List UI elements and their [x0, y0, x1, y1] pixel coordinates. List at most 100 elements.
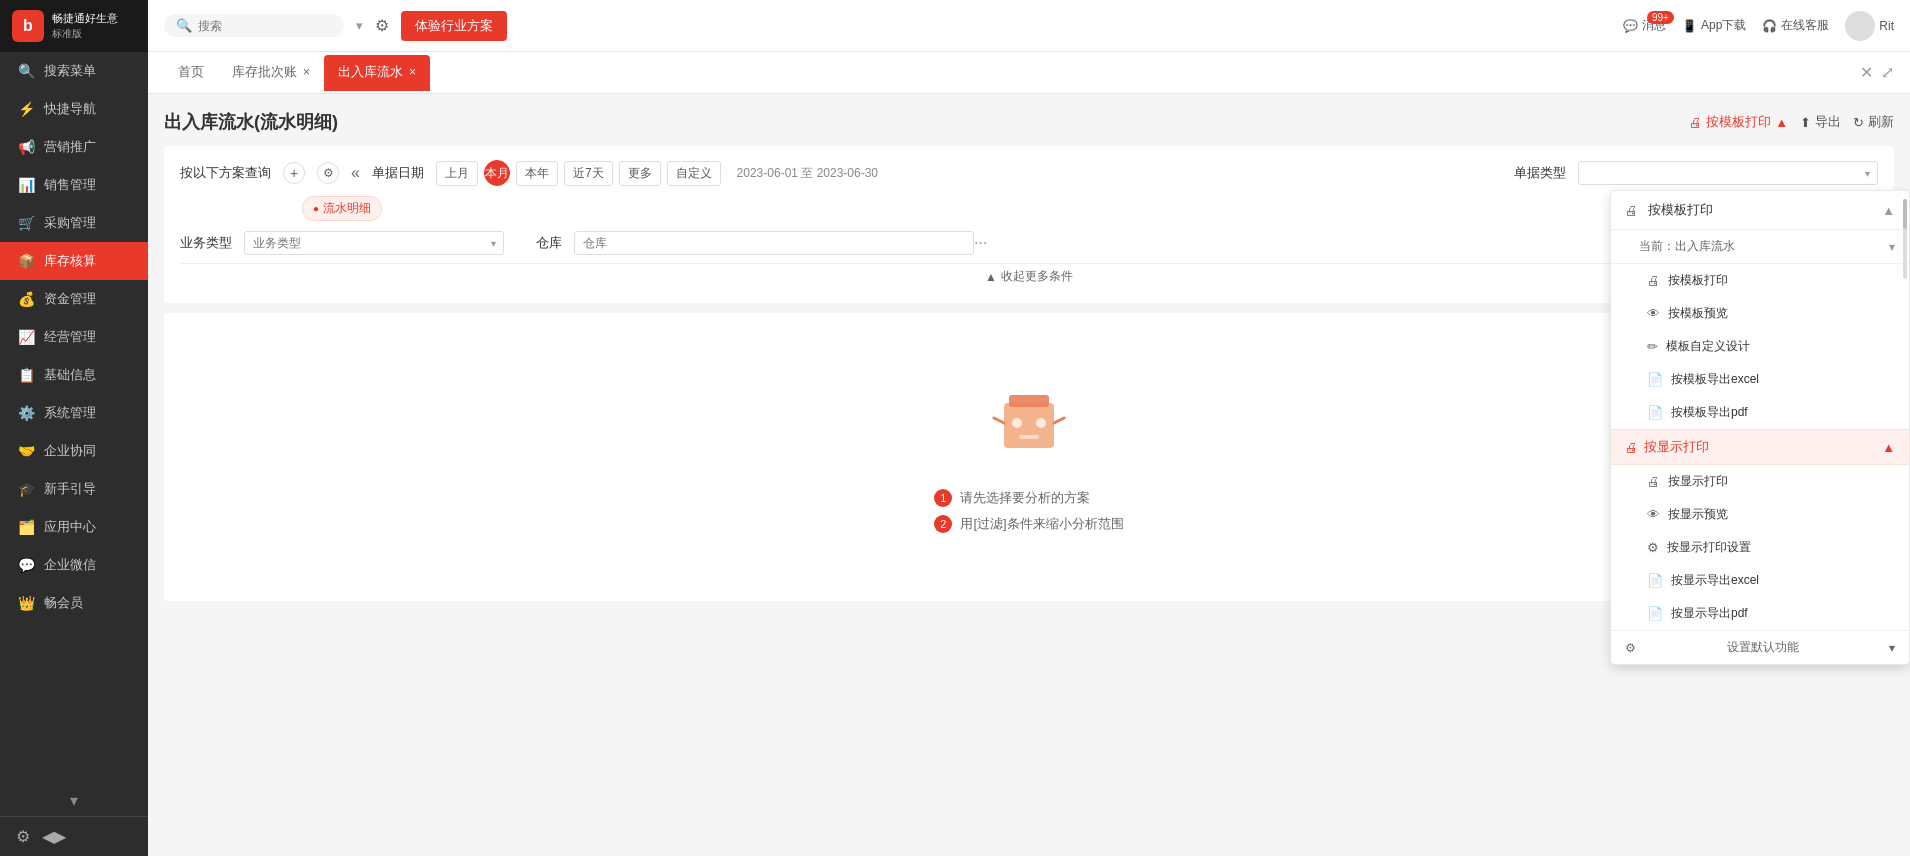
sidebar-item-purchase[interactable]: 🛒采购管理 — [0, 204, 148, 242]
sidebar-item-shortcut[interactable]: ⚡快捷导航 — [0, 90, 148, 128]
warehouse-more-icon[interactable]: ··· — [974, 234, 987, 252]
sidebar-item-label: 经营管理 — [44, 328, 96, 346]
headset-icon: 🎧 — [1762, 19, 1777, 33]
date-custom-btn[interactable]: 自定义 — [667, 161, 721, 186]
dp-excel-icon: 📄 — [1647, 372, 1663, 387]
sidebar-item-member[interactable]: 👑畅会员 — [0, 584, 148, 622]
dp-header-chevron[interactable]: ▲ — [1882, 203, 1895, 218]
business-type-label: 业务类型 — [180, 234, 232, 252]
dp-section-chevron[interactable]: ▲ — [1882, 440, 1895, 455]
dp-footer[interactable]: ⚙ 设置默认功能 ▾ — [1611, 630, 1909, 664]
filter-add-btn[interactable]: + — [283, 162, 305, 184]
collapse-up-icon: ▲ — [985, 270, 997, 284]
refresh-label: 刷新 — [1868, 113, 1894, 131]
date-7days-btn[interactable]: 近7天 — [564, 161, 613, 186]
doc-type-label: 单据类型 — [1514, 164, 1566, 182]
app-download-btn[interactable]: 📱 App下载 — [1682, 17, 1746, 34]
sidebar-item-guide[interactable]: 🎓新手引导 — [0, 470, 148, 508]
tab-batch[interactable]: 库存批次账 × — [218, 55, 324, 91]
sidebar-item-cooperation[interactable]: 🤝企业协同 — [0, 432, 148, 470]
date-more-btn[interactable]: 更多 — [619, 161, 661, 186]
dp-item-design-template[interactable]: ✏ 模板自定义设计 — [1611, 330, 1909, 363]
apps-icon: 🗂️ — [16, 519, 36, 535]
sidebar-item-label: 快捷导航 — [44, 100, 96, 118]
sidebar-item-marketing[interactable]: 📢营销推广 — [0, 128, 148, 166]
dp-item-preview-display[interactable]: 👁 按显示预览 — [1611, 498, 1909, 531]
sidebar-item-sales[interactable]: 📊销售管理 — [0, 166, 148, 204]
dp-item-export-pdf-template[interactable]: 📄 按模板导出pdf — [1611, 396, 1909, 429]
filter-tag-flow[interactable]: ● 流水明细 — [302, 196, 382, 221]
tab-flow[interactable]: 出入库流水 × — [324, 55, 430, 91]
messages-badge: 99+ — [1647, 11, 1674, 24]
sidebar-item-search[interactable]: 🔍搜索菜单 — [0, 52, 148, 90]
sidebar-item-apps[interactable]: 🗂️ 应用中心 — [0, 508, 148, 546]
date-field-label: 单据日期 — [372, 164, 424, 182]
topbar-gear-icon[interactable]: ⚙ — [375, 16, 389, 35]
sidebar-item-label: 基础信息 — [44, 366, 96, 384]
sidebar-item-inventory[interactable]: 📦库存核算 — [0, 242, 148, 280]
date-this-year-btn[interactable]: 本年 — [516, 161, 558, 186]
sidebar-item-wechat[interactable]: 💬企业微信 — [0, 546, 148, 584]
main-area: 🔍 ▾ ⚙ 体验行业方案 💬 消息 99+ 📱 App下载 🎧 在线客服 Rit — [148, 0, 1910, 856]
finance-icon: 💰 — [16, 291, 36, 307]
dp-item-export-pdf-display[interactable]: 📄 按显示导出pdf — [1611, 597, 1909, 630]
step-1-text: 请先选择要分析的方案 — [960, 489, 1090, 507]
doc-type-select[interactable] — [1578, 161, 1878, 185]
tab-batch-close[interactable]: × — [303, 65, 310, 79]
settings-icon[interactable]: ⚙ — [16, 827, 30, 846]
trial-btn[interactable]: 体验行业方案 — [401, 11, 507, 41]
filter-collapse-icon[interactable]: « — [351, 164, 360, 182]
sidebar-item-basic[interactable]: 📋基础信息 — [0, 356, 148, 394]
filter-settings-btn[interactable]: ⚙ — [317, 162, 339, 184]
sidebar-item-finance[interactable]: 💰资金管理 — [0, 280, 148, 318]
search-icon: 🔍 — [176, 18, 192, 33]
online-service-btn[interactable]: 🎧 在线客服 — [1762, 17, 1829, 34]
dp-section-display[interactable]: 🖨 按显示打印 ▲ — [1611, 429, 1909, 465]
dp-item-print-display[interactable]: 🖨 按显示打印 — [1611, 465, 1909, 498]
tab-home[interactable]: 首页 — [164, 55, 218, 91]
date-this-month-btn[interactable]: 本月 — [484, 160, 510, 186]
collapse-sidebar-icon[interactable]: ◀▶ — [42, 827, 66, 846]
close-window-btn[interactable]: ✕ — [1860, 63, 1873, 82]
empty-step-1: 1 请先选择要分析的方案 — [934, 489, 1123, 507]
sidebar-scroll-down[interactable]: ▾ — [0, 785, 148, 816]
export-btn[interactable]: ⬆ 导出 — [1800, 113, 1841, 131]
dp-item-export-excel-template[interactable]: 📄 按模板导出excel — [1611, 363, 1909, 396]
tab-flow-close[interactable]: × — [409, 65, 416, 79]
dp-item-print-template[interactable]: 🖨 按模板打印 — [1611, 264, 1909, 297]
dp-scrollbar[interactable] — [1903, 199, 1907, 279]
wechat-icon: 💬 — [16, 557, 36, 573]
warehouse-input[interactable] — [574, 231, 974, 255]
date-range-text: 2023-06-01 至 2023-06-30 — [737, 165, 878, 182]
tab-flow-label: 出入库流水 — [338, 63, 403, 81]
refresh-icon: ↻ — [1853, 115, 1864, 130]
business-type-input[interactable] — [244, 231, 504, 255]
user-avatar-btn[interactable]: Rit — [1845, 11, 1894, 41]
print-template-btn[interactable]: 🖨 按模板打印 ▲ — [1689, 113, 1788, 131]
sidebar-item-system[interactable]: ⚙️系统管理 — [0, 394, 148, 432]
refresh-btn[interactable]: ↻ 刷新 — [1853, 113, 1894, 131]
business-type-wrap: ▾ — [244, 231, 504, 255]
svg-point-3 — [1036, 418, 1046, 428]
search-input[interactable] — [198, 19, 318, 33]
date-last-month-btn[interactable]: 上月 — [436, 161, 478, 186]
sales-icon: 📊 — [16, 177, 36, 193]
print-dropdown-chevron[interactable]: ▲ — [1775, 115, 1788, 130]
search-dropdown-icon[interactable]: ▾ — [356, 18, 363, 33]
tab-home-label: 首页 — [178, 63, 204, 81]
dp-item-preview-template[interactable]: 👁 按模板预览 — [1611, 297, 1909, 330]
filter-tag-label: 流水明细 — [323, 200, 371, 217]
inventory-icon: 📦 — [16, 253, 36, 269]
dp-current-chevron[interactable]: ▾ — [1889, 240, 1895, 254]
sidebar-item-operations[interactable]: 📈经营管理 — [0, 318, 148, 356]
dp-footer-label: 设置默认功能 — [1727, 639, 1799, 656]
dp-item-print-settings-display[interactable]: ⚙ 按显示打印设置 — [1611, 531, 1909, 564]
settings-small-icon: ⚙ — [323, 166, 334, 180]
messages-btn[interactable]: 💬 消息 99+ — [1623, 17, 1666, 34]
doc-type-select-wrap: ▾ — [1578, 161, 1878, 185]
step-2-text: 用[过滤]条件来缩小分析范围 — [960, 515, 1123, 533]
dp-item-export-excel-display[interactable]: 📄 按显示导出excel — [1611, 564, 1909, 597]
maximize-window-btn[interactable]: ⤢ — [1881, 63, 1894, 82]
plus-icon: + — [290, 165, 298, 181]
sidebar-item-label: 应用中心 — [44, 518, 96, 536]
